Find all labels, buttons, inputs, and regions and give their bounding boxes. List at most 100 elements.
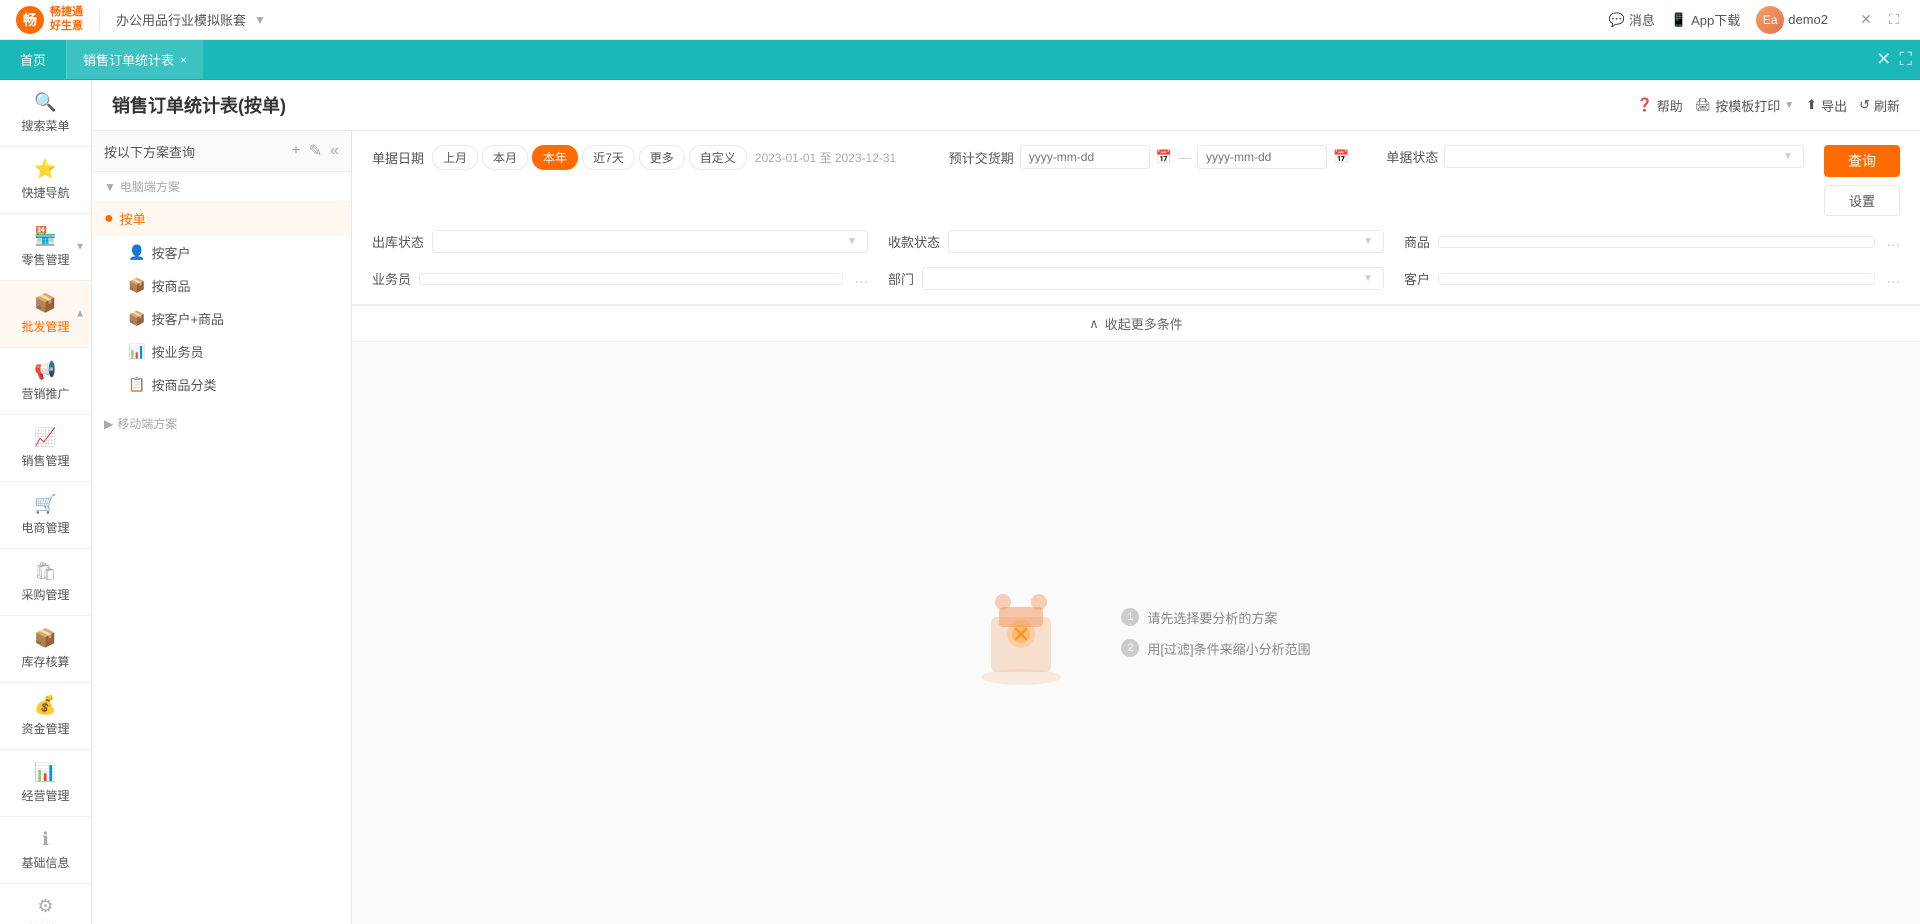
window-close-btn[interactable]: ✕ bbox=[1856, 10, 1876, 30]
sidebar-label-operation: 经营管理 bbox=[8, 787, 83, 804]
tab-sales-order-stats[interactable]: 销售订单统计表 × bbox=[66, 40, 203, 79]
tip-text-1: 请先选择要分析的方案 bbox=[1147, 608, 1277, 627]
date-this-month-btn[interactable]: 本月 bbox=[482, 145, 528, 170]
date-prev-month-btn[interactable]: 上月 bbox=[432, 145, 478, 170]
payment-arrow: ▼ bbox=[1363, 236, 1373, 247]
sidebar: 🔍 搜索菜单 ⭐ 快捷导航 🏪 零售管理 ▼ 📦 批发管理 ▲ 📢 营销推广 📈… bbox=[0, 80, 92, 924]
sidebar-item-retail[interactable]: 🏪 零售管理 ▼ bbox=[0, 214, 91, 281]
bill-status-select[interactable]: ▼ bbox=[1444, 145, 1804, 168]
customer-select[interactable] bbox=[1438, 273, 1875, 285]
sidebar-item-inventory[interactable]: 📦 库存核算 bbox=[0, 616, 91, 683]
mobile-section-expand[interactable]: ▶ bbox=[104, 417, 113, 431]
refresh-icon: ↺ bbox=[1859, 97, 1870, 113]
empty-content: 1 请先选择要分析的方案 2 用[过滤]条件来缩小分析范围 bbox=[961, 572, 1310, 695]
print-arrow: ▼ bbox=[1784, 100, 1794, 111]
refresh-label: 刷新 bbox=[1874, 96, 1900, 115]
user-area[interactable]: Ea demo2 bbox=[1756, 6, 1828, 34]
ecommerce-icon: 🛒 bbox=[8, 494, 83, 515]
sidebar-item-operation[interactable]: 📊 经营管理 bbox=[0, 750, 91, 817]
salesperson-group: 业务员 ... bbox=[372, 269, 868, 288]
expected-date-start-input[interactable] bbox=[1020, 145, 1150, 169]
window-expand-btn[interactable]: ⛶ bbox=[1884, 10, 1904, 30]
retail-arrow: ▼ bbox=[75, 242, 85, 253]
edit-scheme-btn[interactable]: ✎ bbox=[309, 141, 322, 161]
delivery-status-group: 出库状态 ▼ bbox=[372, 230, 868, 253]
settings-btn[interactable]: 设置 bbox=[1824, 185, 1900, 216]
date-custom-btn[interactable]: 自定义 bbox=[689, 145, 747, 170]
bill-status-arrow: ▼ bbox=[1783, 151, 1793, 162]
query-btn[interactable]: 查询 bbox=[1824, 145, 1900, 177]
add-scheme-btn[interactable]: + bbox=[291, 142, 300, 160]
scheme-item-by-category[interactable]: 📋 按商品分类 bbox=[92, 368, 351, 401]
print-btn[interactable]: 🖨 按模板打印 ▼ bbox=[1695, 96, 1794, 115]
app-download-btn[interactable]: 📱 App下载 bbox=[1671, 10, 1740, 29]
scheme-item-by-customer[interactable]: 👤 按客户 bbox=[92, 236, 351, 269]
collapse-bar[interactable]: ∧ 收起更多条件 bbox=[352, 305, 1920, 342]
tab-close-btn[interactable]: × bbox=[180, 53, 187, 67]
export-btn[interactable]: ⬆ 导出 bbox=[1806, 96, 1847, 115]
payment-status-select[interactable]: ▼ bbox=[948, 230, 1384, 253]
goods-dots[interactable]: ... bbox=[1887, 233, 1900, 251]
sidebar-item-shortcut[interactable]: ⭐ 快捷导航 bbox=[0, 147, 91, 214]
sidebar-item-search[interactable]: 🔍 搜索菜单 bbox=[0, 80, 91, 147]
sidebar-item-sales[interactable]: 📈 销售管理 bbox=[0, 415, 91, 482]
goods-select[interactable] bbox=[1438, 236, 1875, 248]
help-label: 帮助 bbox=[1657, 96, 1683, 115]
date-this-year-btn[interactable]: 本年 bbox=[532, 145, 578, 170]
calendar-end-icon[interactable]: 📅 bbox=[1333, 149, 1349, 165]
tab-home[interactable]: 首页 bbox=[0, 40, 66, 79]
sidebar-label-purchase: 采购管理 bbox=[8, 586, 83, 603]
wholesale-icon: 📦 bbox=[8, 293, 83, 314]
calendar-start-icon[interactable]: 📅 bbox=[1156, 149, 1172, 165]
by-customer-label: 按客户 bbox=[151, 243, 190, 262]
left-panel-header: 按以下方案查询 + ✎ « bbox=[92, 131, 351, 172]
filter-row-2: 出库状态 ▼ 收款状态 ▼ bbox=[372, 230, 1900, 253]
date-more-btn[interactable]: 更多 bbox=[639, 145, 685, 170]
date-separator: — bbox=[1178, 150, 1191, 165]
sidebar-item-marketing[interactable]: 📢 营销推广 bbox=[0, 348, 91, 415]
collapse-panel-btn[interactable]: « bbox=[330, 142, 339, 160]
logo-text: 畅捷通好生意 bbox=[50, 6, 83, 32]
scheme-item-by-goods[interactable]: 📦 按商品 bbox=[92, 269, 351, 302]
scheme-item-by-customer-goods[interactable]: 📦 按客户+商品 bbox=[92, 302, 351, 335]
sidebar-item-finance[interactable]: 💰 资金管理 bbox=[0, 683, 91, 750]
scheme-item-by-order[interactable]: ● 按单 bbox=[92, 201, 351, 236]
tip-text-2: 用[过滤]条件来缩小分析范围 bbox=[1147, 639, 1310, 658]
department-select[interactable]: ▼ bbox=[922, 267, 1384, 290]
pc-section-expand[interactable]: ▼ bbox=[104, 180, 116, 194]
top-bar-right: 💬 消息 📱 App下载 Ea demo2 ✕ ⛶ bbox=[1609, 6, 1904, 34]
collapse-label: 收起更多条件 bbox=[1105, 314, 1183, 333]
sidebar-item-purchase[interactable]: 🛍 采购管理 bbox=[0, 549, 91, 616]
page-header: 销售订单统计表(按单) ❓ 帮助 🖨 按模板打印 ▼ ⬆ 导出 ↺ 刷新 bbox=[92, 80, 1920, 131]
tab-bar: 首页 销售订单统计表 × ✕ ⛶ bbox=[0, 40, 1920, 80]
scheme-item-by-salesperson[interactable]: 📊 按业务员 bbox=[92, 335, 351, 368]
message-btn[interactable]: 💬 消息 bbox=[1609, 10, 1655, 29]
salesperson-select[interactable] bbox=[419, 273, 843, 285]
bill-status-label: 单据状态 bbox=[1386, 147, 1438, 166]
by-goods-label: 按商品 bbox=[151, 276, 190, 295]
tab-bar-close-icon[interactable]: ✕ bbox=[1876, 49, 1891, 70]
by-cg-icon: 📦 bbox=[128, 310, 145, 327]
sales-icon: 📈 bbox=[8, 427, 83, 448]
delivery-status-select[interactable]: ▼ bbox=[432, 230, 868, 253]
purchase-icon: 🛍 bbox=[8, 561, 83, 582]
salesperson-dots[interactable]: ... bbox=[855, 270, 868, 288]
tab-bar-expand-icon[interactable]: ⛶ bbox=[1899, 49, 1912, 70]
expected-date-end-input[interactable] bbox=[1197, 145, 1327, 169]
help-btn[interactable]: ❓ 帮助 bbox=[1637, 96, 1683, 115]
date-7days-btn[interactable]: 近7天 bbox=[582, 145, 635, 170]
date-range-display: 2023-01-01 至 2023-12-31 bbox=[755, 149, 896, 166]
message-label: 消息 bbox=[1629, 10, 1655, 29]
sidebar-item-wholesale[interactable]: 📦 批发管理 ▲ bbox=[0, 281, 91, 348]
wholesale-arrow: ▲ bbox=[75, 309, 85, 320]
sidebar-item-ecommerce[interactable]: 🛒 电商管理 bbox=[0, 482, 91, 549]
mobile-section-label: ▶ 移动端方案 bbox=[92, 409, 351, 438]
customer-dots[interactable]: ... bbox=[1887, 270, 1900, 288]
sidebar-item-basic[interactable]: ℹ 基础信息 bbox=[0, 817, 91, 884]
breadcrumb-arrow[interactable]: ▼ bbox=[254, 13, 266, 27]
refresh-btn[interactable]: ↺ 刷新 bbox=[1859, 96, 1900, 115]
sidebar-item-system[interactable]: ⚙ 系统管理 bbox=[0, 884, 91, 924]
goods-label: 商品 bbox=[1404, 232, 1430, 251]
by-order-icon: ● bbox=[104, 210, 114, 228]
avatar: Ea bbox=[1756, 6, 1784, 34]
